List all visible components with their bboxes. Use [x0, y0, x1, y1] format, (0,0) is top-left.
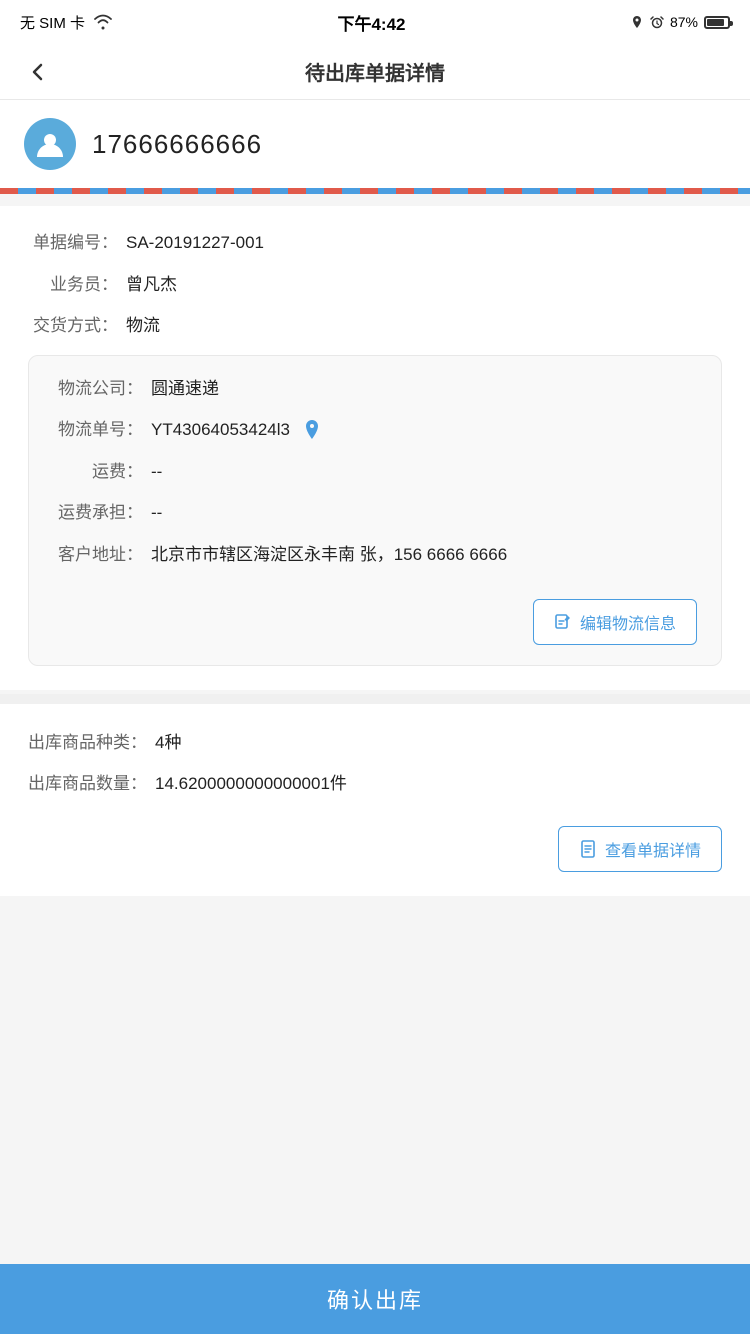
- back-button[interactable]: [20, 54, 56, 90]
- salesperson-row: 业务员： 曾凡杰: [28, 272, 722, 298]
- logistics-company-value: 圆通速递: [151, 376, 697, 402]
- salesperson-label: 业务员：: [28, 272, 118, 298]
- address-value: 北京市市辖区海淀区永丰南 张，156 6666 6666: [151, 542, 697, 568]
- avatar: [24, 118, 76, 170]
- goods-quantity-label: 出库商品数量：: [28, 769, 147, 794]
- page-title: 待出库单据详情: [56, 57, 694, 86]
- status-left: 无 SIM 卡: [20, 12, 113, 33]
- customer-header: 17666666666: [0, 100, 750, 188]
- view-detail-btn-container: 查看单据详情: [28, 810, 722, 872]
- order-info-section: 单据编号： SA-20191227-001 业务员： 曾凡杰 交货方式： 物流 …: [0, 206, 750, 690]
- document-number-row: 单据编号： SA-20191227-001: [28, 230, 722, 256]
- battery-icon: [704, 16, 730, 29]
- battery-percent: 87%: [670, 14, 698, 30]
- nav-bar: 待出库单据详情: [0, 44, 750, 100]
- status-time: 下午4:42: [337, 10, 405, 35]
- edit-logistics-button[interactable]: 编辑物流信息: [533, 599, 697, 645]
- delivery-method-label: 交货方式：: [28, 313, 118, 339]
- location-active-icon: [630, 15, 644, 29]
- delivery-method-row: 交货方式： 物流: [28, 313, 722, 339]
- freight-bearing-label: 运费承担：: [53, 500, 143, 526]
- freight-bearing-row: 运费承担： --: [53, 500, 697, 526]
- logistics-card: 物流公司： 圆通速递 物流单号： YT43064053424l3 运费： --: [28, 355, 722, 667]
- goods-section: 出库商品种类： 4种 出库商品数量： 14.6200000000000001件 …: [0, 704, 750, 896]
- track-location-icon[interactable]: [300, 418, 324, 442]
- tracking-number-row: 物流单号： YT43064053424l3: [53, 417, 697, 443]
- bottom-spacer: [0, 896, 750, 1116]
- freight-label: 运费：: [53, 459, 143, 485]
- freight-value: --: [151, 459, 697, 485]
- tracking-number-label: 物流单号：: [53, 417, 143, 443]
- goods-quantity-value: 14.6200000000000001件: [155, 769, 347, 794]
- goods-types-value: 4种: [155, 728, 181, 753]
- document-number-value: SA-20191227-001: [126, 230, 722, 256]
- logistics-company-label: 物流公司：: [53, 376, 143, 402]
- edit-btn-container: 编辑物流信息: [53, 583, 697, 645]
- status-right: 87%: [630, 14, 730, 30]
- section-divider: [0, 694, 750, 704]
- confirm-outbound-button[interactable]: 确认出库: [0, 1264, 750, 1334]
- view-detail-button[interactable]: 查看单据详情: [558, 826, 722, 872]
- sim-status: 无 SIM 卡: [20, 12, 85, 33]
- address-row: 客户地址： 北京市市辖区海淀区永丰南 张，156 6666 6666: [53, 542, 697, 568]
- document-icon: [579, 840, 597, 858]
- freight-row: 运费： --: [53, 459, 697, 485]
- tracking-number-value: YT43064053424l3: [151, 417, 697, 443]
- goods-types-row: 出库商品种类： 4种: [28, 728, 722, 753]
- wifi-icon: [93, 14, 113, 30]
- goods-quantity-row: 出库商品数量： 14.6200000000000001件: [28, 769, 722, 794]
- address-label: 客户地址：: [53, 542, 143, 568]
- edit-icon: [554, 613, 572, 631]
- logistics-company-row: 物流公司： 圆通速递: [53, 376, 697, 402]
- freight-bearing-value: --: [151, 500, 697, 526]
- salesperson-value: 曾凡杰: [126, 272, 722, 298]
- document-number-label: 单据编号：: [28, 230, 118, 256]
- delivery-method-value: 物流: [126, 313, 722, 339]
- dashed-divider: [0, 188, 750, 194]
- customer-phone: 17666666666: [92, 129, 262, 160]
- status-bar: 无 SIM 卡 下午4:42 87%: [0, 0, 750, 44]
- goods-types-label: 出库商品种类：: [28, 728, 147, 753]
- alarm-icon: [650, 15, 664, 29]
